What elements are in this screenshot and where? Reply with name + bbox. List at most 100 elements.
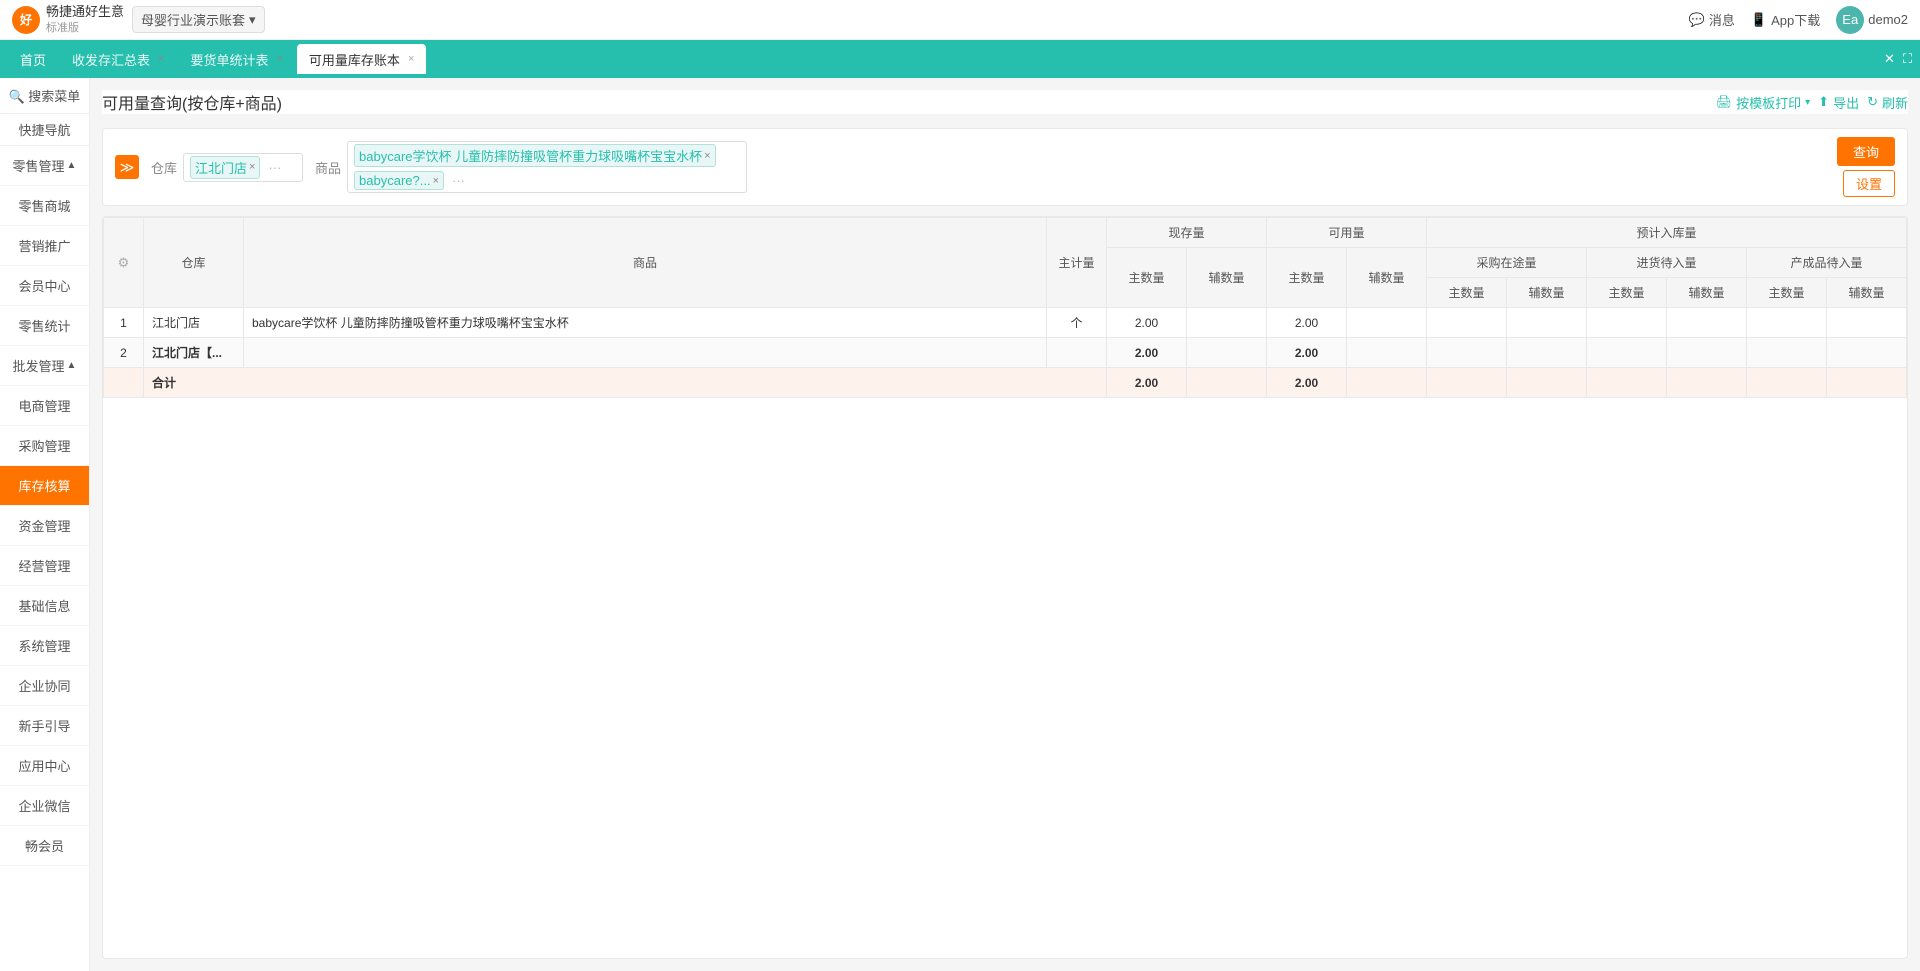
logo-text: 畅捷通好生意: [46, 4, 124, 20]
sidebar-item-ecommerce[interactable]: 电商管理: [0, 386, 89, 426]
th-current-main: 主数量: [1107, 248, 1187, 308]
industry-selector[interactable]: 母婴行业演示账套 ▾: [132, 6, 265, 33]
message-item[interactable]: 💬 消息: [1689, 10, 1735, 29]
top-bar-right: 💬 消息 📱 App下载 Ea demo2: [1689, 6, 1908, 34]
product-tag-2-close[interactable]: ×: [433, 175, 439, 187]
row2-avail-aux: [1347, 338, 1427, 368]
close-all-icon[interactable]: ✕: [1884, 51, 1895, 67]
user-area[interactable]: Ea demo2: [1836, 6, 1908, 34]
sidebar-item-member2[interactable]: 畅会员: [0, 826, 89, 866]
product-tag-2-text: babycare?...: [359, 173, 431, 188]
sidebar-quick-nav-label: 快捷导航: [18, 123, 70, 138]
tab-home[interactable]: 首页: [8, 44, 58, 74]
th-production-aux: 辅数量: [1827, 278, 1907, 308]
sidebar-item-newbie[interactable]: 新手引导: [0, 706, 89, 746]
row1-unit: 个: [1047, 308, 1107, 338]
row2-transit-main: [1427, 338, 1507, 368]
th-planned-in: 预计入库量: [1427, 218, 1907, 248]
th-warehouse: 仓库: [144, 218, 244, 308]
sidebar-search-label: 搜索菜单: [28, 89, 80, 104]
row2-transit-aux: [1507, 338, 1587, 368]
th-avail-main: 主数量: [1267, 248, 1347, 308]
expand-icon[interactable]: ⛶: [1903, 51, 1912, 67]
warehouse-tags[interactable]: 江北门店 × ···: [183, 153, 303, 182]
total-current-main: 2.00: [1107, 368, 1187, 398]
avatar: Ea: [1836, 6, 1864, 34]
row1-avail-main: 2.00: [1267, 308, 1347, 338]
print-button[interactable]: 🖨 按模板打印 ▾: [1716, 93, 1811, 112]
filter-toggle[interactable]: ≫: [115, 155, 139, 179]
sidebar-item-mall[interactable]: 零售商城: [0, 186, 89, 226]
tab-receivable-close[interactable]: ×: [158, 53, 164, 65]
sidebar-item-finance[interactable]: 资金管理: [0, 506, 89, 546]
row2-production-aux: [1827, 338, 1907, 368]
warehouse-tag-1: 江北门店 ×: [190, 156, 260, 179]
product-tags[interactable]: babycare学饮杯 儿童防摔防撞吸管杯重力球吸嘴杯宝宝水杯 × babyca…: [347, 141, 747, 193]
tab-order-stats-close[interactable]: ×: [276, 53, 282, 65]
table-container: ⚙ 仓库 商品 主计量 现存量 可用量 预计入库量 主数量 辅数量 主数量 辅数…: [102, 216, 1908, 959]
row2-avail-main: 2.00: [1267, 338, 1347, 368]
product-label: 商品: [315, 158, 341, 177]
row2-index: 2: [104, 338, 144, 368]
refresh-button[interactable]: ↻ 刷新: [1867, 93, 1908, 112]
row1-product: babycare学饮杯 儿童防摔防撞吸管杯重力球吸嘴杯宝宝水杯: [244, 308, 1047, 338]
product-tag-1: babycare学饮杯 儿童防摔防撞吸管杯重力球吸嘴杯宝宝水杯 ×: [354, 144, 716, 167]
total-transit-aux: [1507, 368, 1587, 398]
th-settings: ⚙: [104, 218, 144, 308]
query-button[interactable]: 查询: [1837, 137, 1895, 166]
settings-button[interactable]: 设置: [1843, 170, 1895, 197]
th-production-pending: 产成品待入量: [1747, 248, 1907, 278]
total-production-main: [1747, 368, 1827, 398]
tab-receivable[interactable]: 收发存汇总表 ×: [60, 44, 176, 74]
th-purchase-pending: 进货待入量: [1587, 248, 1747, 278]
product-tag-2: babycare?... ×: [354, 171, 444, 190]
row2-product: [244, 338, 1047, 368]
tab-inventory-book-close[interactable]: ×: [408, 53, 414, 65]
sidebar-quick-nav[interactable]: 快捷导航: [0, 114, 89, 146]
row1-production-aux: [1827, 308, 1907, 338]
row1-transit-aux: [1507, 308, 1587, 338]
sidebar-item-retail-stats[interactable]: 零售统计: [0, 306, 89, 346]
export-button[interactable]: ⬆ 导出: [1818, 93, 1859, 112]
warehouse-tag-1-close[interactable]: ×: [249, 161, 255, 173]
print-icon: 🖨: [1716, 94, 1733, 110]
refresh-label: 刷新: [1882, 93, 1908, 112]
sidebar-item-basic[interactable]: 基础信息: [0, 586, 89, 626]
chevron-icon: ▲: [67, 160, 77, 171]
table-settings-icon[interactable]: ⚙: [118, 255, 130, 270]
app-download-item[interactable]: 📱 App下载: [1751, 10, 1820, 29]
sidebar-item-inventory[interactable]: 库存核算: [0, 466, 89, 506]
th-current-stock: 现存量: [1107, 218, 1267, 248]
sidebar-item-purchase[interactable]: 采购管理: [0, 426, 89, 466]
sidebar-item-wholesale[interactable]: 批发管理 ▲: [0, 346, 89, 386]
sidebar-item-marketing[interactable]: 营销推广: [0, 226, 89, 266]
sidebar-item-enterprise[interactable]: 企业协同: [0, 666, 89, 706]
th-current-aux: 辅数量: [1187, 248, 1267, 308]
th-purchase-transit: 采购在途量: [1427, 248, 1587, 278]
sidebar-item-appstore[interactable]: 应用中心: [0, 746, 89, 786]
sidebar-search[interactable]: 🔍 搜索菜单: [0, 78, 89, 114]
content-area: 可用量查询(按仓库+商品) 🖨 按模板打印 ▾ ⬆ 导出 ↻ 刷新 ≫: [90, 78, 1920, 971]
sidebar-item-system[interactable]: 系统管理: [0, 626, 89, 666]
sidebar-item-operations[interactable]: 经营管理: [0, 546, 89, 586]
tab-home-label: 首页: [20, 50, 46, 69]
total-avail-main: 2.00: [1267, 368, 1347, 398]
row2-current-main: 2.00: [1107, 338, 1187, 368]
message-label: 消息: [1709, 10, 1735, 29]
nav-tabs: 首页 收发存汇总表 × 要货单统计表 × 可用量库存账本 × ✕ ⛶: [0, 40, 1920, 78]
top-bar-left: 好 畅捷通好生意 标准版 母婴行业演示账套 ▾: [12, 4, 265, 36]
tab-inventory-book[interactable]: 可用量库存账本 ×: [297, 44, 426, 74]
th-main-unit: 主计量: [1047, 218, 1107, 308]
export-label: 导出: [1833, 93, 1859, 112]
sidebar-item-member[interactable]: 会员中心: [0, 266, 89, 306]
sidebar-item-retail[interactable]: 零售管理 ▲: [0, 146, 89, 186]
total-pending-aux: [1667, 368, 1747, 398]
print-label: 按模板打印: [1736, 93, 1801, 112]
row2-unit: [1047, 338, 1107, 368]
product-more-dots[interactable]: ···: [452, 173, 465, 188]
product-tag-1-close[interactable]: ×: [704, 150, 710, 162]
inventory-table: ⚙ 仓库 商品 主计量 现存量 可用量 预计入库量 主数量 辅数量 主数量 辅数…: [103, 217, 1907, 398]
warehouse-more-dots[interactable]: ···: [268, 160, 281, 175]
sidebar-item-enterprise-wechat[interactable]: 企业微信: [0, 786, 89, 826]
tab-order-stats[interactable]: 要货单统计表 ×: [178, 44, 294, 74]
